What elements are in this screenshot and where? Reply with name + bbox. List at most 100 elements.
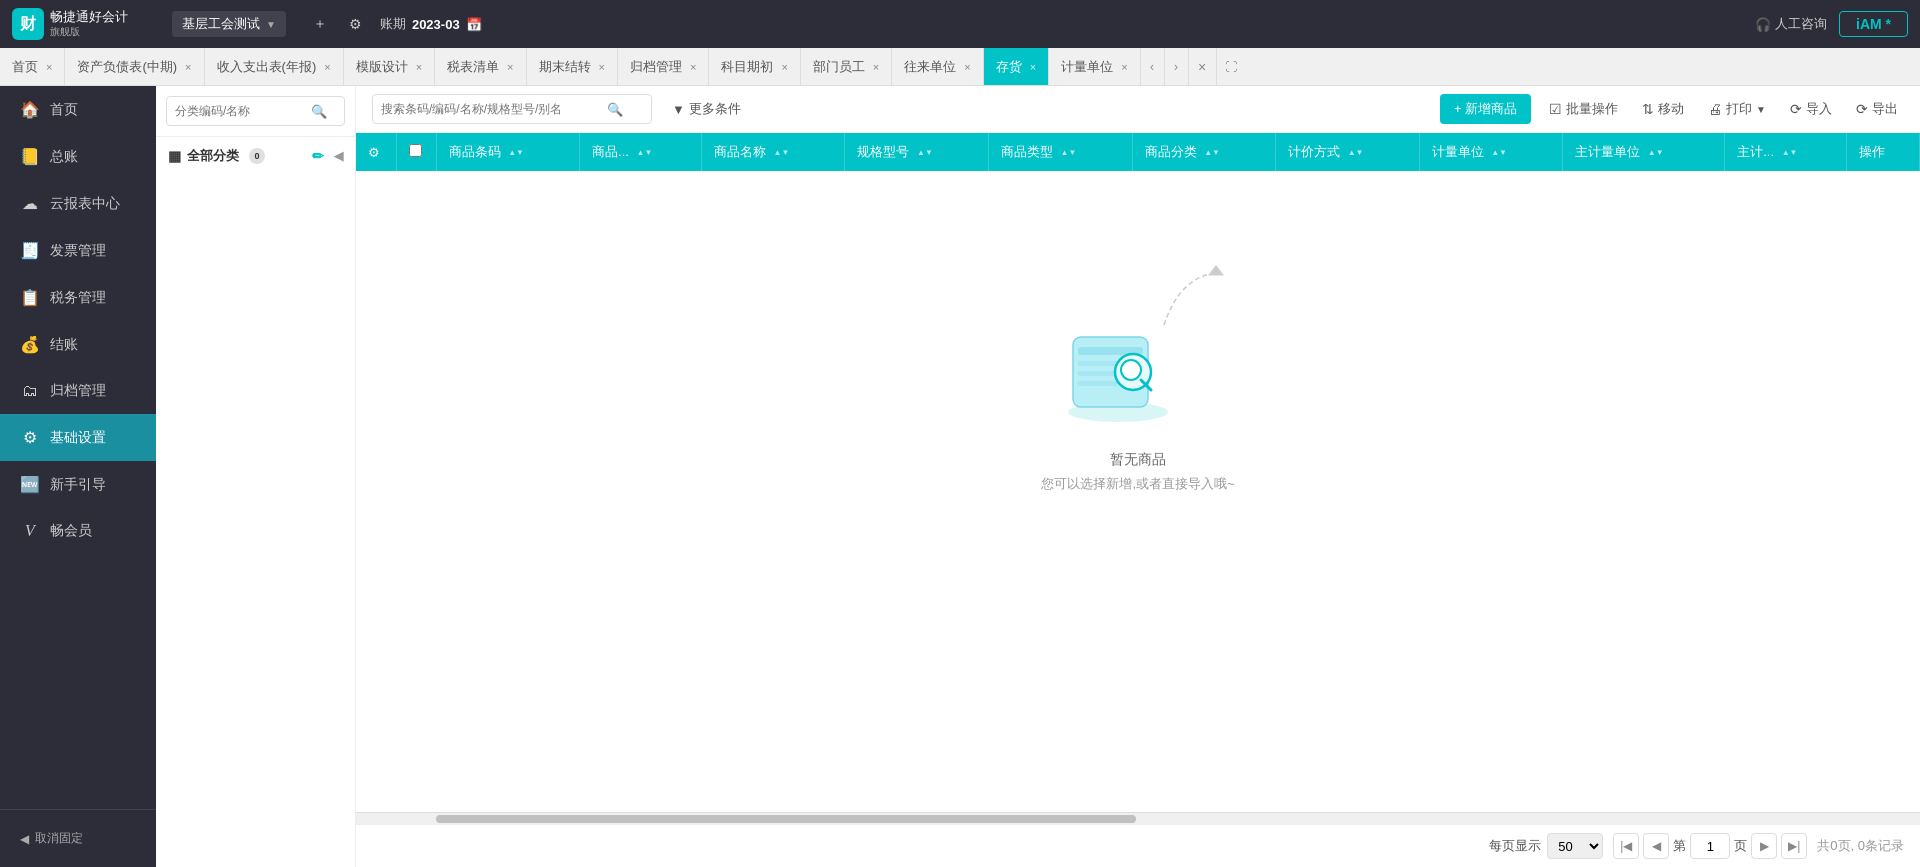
add-product-button[interactable]: + 新增商品 (1440, 94, 1531, 124)
sidebar-item-invoice[interactable]: 🧾 发票管理 (0, 227, 156, 274)
page-last-button[interactable]: ▶| (1781, 833, 1807, 859)
unpin-button[interactable]: ◀ 取消固定 (0, 820, 156, 857)
cloud-icon: ☁ (20, 194, 40, 213)
tab-period-end-close[interactable]: × (599, 61, 605, 73)
sort-unit-icon[interactable]: ▲▼ (1491, 149, 1507, 157)
product-search-icon[interactable]: 🔍 (607, 102, 623, 117)
sidebar-item-settlement[interactable]: 💰 结账 (0, 321, 156, 368)
sort-code-icon[interactable]: ▲▼ (637, 149, 653, 157)
tab-archive[interactable]: 归档管理 × (618, 48, 709, 86)
import-label: 导入 (1806, 100, 1832, 118)
sort-category-icon[interactable]: ▲▼ (1204, 149, 1220, 157)
th-settings[interactable]: ⚙ (356, 133, 396, 171)
sort-price-icon[interactable]: ▲▼ (1348, 149, 1364, 157)
sidebar-item-member[interactable]: V 畅会员 (0, 508, 156, 554)
sort-main-unit-icon[interactable]: ▲▼ (1648, 149, 1664, 157)
th-checkbox[interactable] (396, 133, 436, 171)
sort-col3-icon[interactable]: ▲▼ (1782, 149, 1798, 157)
collapse-arrow-icon[interactable]: ◀ (334, 149, 343, 163)
page-prev-button[interactable]: ◀ (1643, 833, 1669, 859)
tab-unit-close[interactable]: × (1121, 61, 1127, 73)
sidebar-item-tax[interactable]: 📋 税务管理 (0, 274, 156, 321)
tab-home[interactable]: 首页 × (0, 48, 65, 86)
scroll-thumb[interactable] (436, 815, 1136, 823)
batch-label: 批量操作 (1566, 100, 1618, 118)
tab-customer-close[interactable]: × (964, 61, 970, 73)
tab-template-close[interactable]: × (416, 61, 422, 73)
sort-type-icon[interactable]: ▲▼ (1061, 149, 1077, 157)
th-name[interactable]: 商品名称 ▲▼ (701, 133, 845, 171)
import-button[interactable]: ⟳ 导入 (1784, 96, 1838, 122)
sort-barcode-icon[interactable]: ▲▼ (508, 149, 524, 157)
headset-icon: 🎧 (1755, 17, 1771, 32)
page-next-button[interactable]: ▶ (1751, 833, 1777, 859)
th-barcode[interactable]: 商品条码 ▲▼ (436, 133, 580, 171)
product-search-input[interactable] (381, 102, 601, 116)
tab-next-button[interactable]: › (1165, 48, 1189, 86)
tab-balance[interactable]: 资产负债表(中期) × (65, 48, 204, 86)
tab-archive-label: 归档管理 (630, 58, 682, 76)
tab-dept-close[interactable]: × (873, 61, 879, 73)
category-search-icon[interactable]: 🔍 (311, 104, 327, 119)
tab-close-all-button[interactable]: × (1189, 48, 1217, 86)
export-button[interactable]: ⟳ 导出 (1850, 96, 1904, 122)
category-search-input[interactable] (175, 104, 305, 118)
tab-tax-label: 税表清单 (447, 58, 499, 76)
sidebar-item-home[interactable]: 🏠 首页 (0, 86, 156, 133)
page-number-input[interactable] (1690, 833, 1730, 859)
unpin-arrow-icon: ◀ (20, 832, 29, 846)
tab-subject-close[interactable]: × (781, 61, 787, 73)
sidebar-item-reports[interactable]: ☁ 云报表中心 (0, 180, 156, 227)
iam-badge[interactable]: iAM * (1839, 11, 1908, 37)
sidebar-item-settings[interactable]: ⚙ 基础设置 (0, 414, 156, 461)
th-main-unit[interactable]: 主计量单位 ▲▼ (1563, 133, 1725, 171)
th-code[interactable]: 商品... ▲▼ (580, 133, 702, 171)
tab-balance-close[interactable]: × (185, 61, 191, 73)
sort-name-icon[interactable]: ▲▼ (774, 149, 790, 157)
th-unit[interactable]: 计量单位 ▲▼ (1419, 133, 1563, 171)
tab-unit[interactable]: 计量单位 × (1049, 48, 1140, 86)
tab-tax[interactable]: 税表清单 × (435, 48, 526, 86)
th-category[interactable]: 商品分类 ▲▼ (1132, 133, 1276, 171)
tab-prev-button[interactable]: ‹ (1141, 48, 1165, 86)
print-button[interactable]: 🖨 打印 ▼ (1702, 96, 1772, 122)
tab-dept[interactable]: 部门员工 × (801, 48, 892, 86)
sidebar-item-archive[interactable]: 🗂 归档管理 (0, 368, 156, 414)
move-button[interactable]: ⇅ 移动 (1636, 96, 1690, 122)
th-col3[interactable]: 主计... ▲▼ (1725, 133, 1847, 171)
edit-category-icon[interactable]: ✏ (312, 148, 324, 164)
workspace-selector[interactable]: 基层工会测试 ▼ (172, 11, 286, 37)
sidebar-bottom: ◀ 取消固定 (0, 809, 156, 867)
tab-customer[interactable]: 往来单位 × (892, 48, 983, 86)
sidebar-item-ledger[interactable]: 📒 总账 (0, 133, 156, 180)
tab-tax-close[interactable]: × (507, 61, 513, 73)
tab-expand-button[interactable]: ⛶ (1217, 48, 1245, 86)
all-category-header[interactable]: ▦ 全部分类 0 ✏ ◀ (156, 137, 355, 175)
page-size-select[interactable]: 50 20 100 (1547, 833, 1603, 859)
tab-period-end[interactable]: 期末结转 × (527, 48, 618, 86)
calendar-icon[interactable]: 📅 (466, 17, 482, 32)
select-all-checkbox[interactable] (409, 144, 422, 157)
tab-home-close[interactable]: × (46, 61, 52, 73)
sidebar-item-guide[interactable]: 🆕 新手引导 (0, 461, 156, 508)
sort-spec-icon[interactable]: ▲▼ (917, 149, 933, 157)
th-price-mode[interactable]: 计价方式 ▲▼ (1276, 133, 1420, 171)
tab-subject[interactable]: 科目期初 × (709, 48, 800, 86)
horizontal-scrollbar[interactable] (356, 812, 1920, 824)
tab-income[interactable]: 收入支出表(年报) × (205, 48, 344, 86)
batch-operation-button[interactable]: ☑ 批量操作 (1543, 96, 1624, 122)
consult-button[interactable]: 🎧 人工咨询 (1755, 15, 1827, 33)
th-type[interactable]: 商品类型 ▲▼ (988, 133, 1132, 171)
add-tab-button[interactable]: ＋ (306, 10, 334, 38)
more-filter-button[interactable]: ▼ 更多条件 (664, 96, 749, 122)
settings-icon[interactable]: ⚙ (342, 10, 370, 38)
tab-inventory-close[interactable]: × (1030, 61, 1036, 73)
tab-template[interactable]: 模版设计 × (344, 48, 435, 86)
th-spec[interactable]: 规格型号 ▲▼ (845, 133, 989, 171)
product-search-wrap[interactable]: 🔍 (372, 94, 652, 124)
tab-income-close[interactable]: × (324, 61, 330, 73)
page-first-button[interactable]: |◀ (1613, 833, 1639, 859)
category-search-input-wrap[interactable]: 🔍 (166, 96, 345, 126)
tab-archive-close[interactable]: × (690, 61, 696, 73)
tab-inventory[interactable]: 存货 × (984, 48, 1049, 86)
